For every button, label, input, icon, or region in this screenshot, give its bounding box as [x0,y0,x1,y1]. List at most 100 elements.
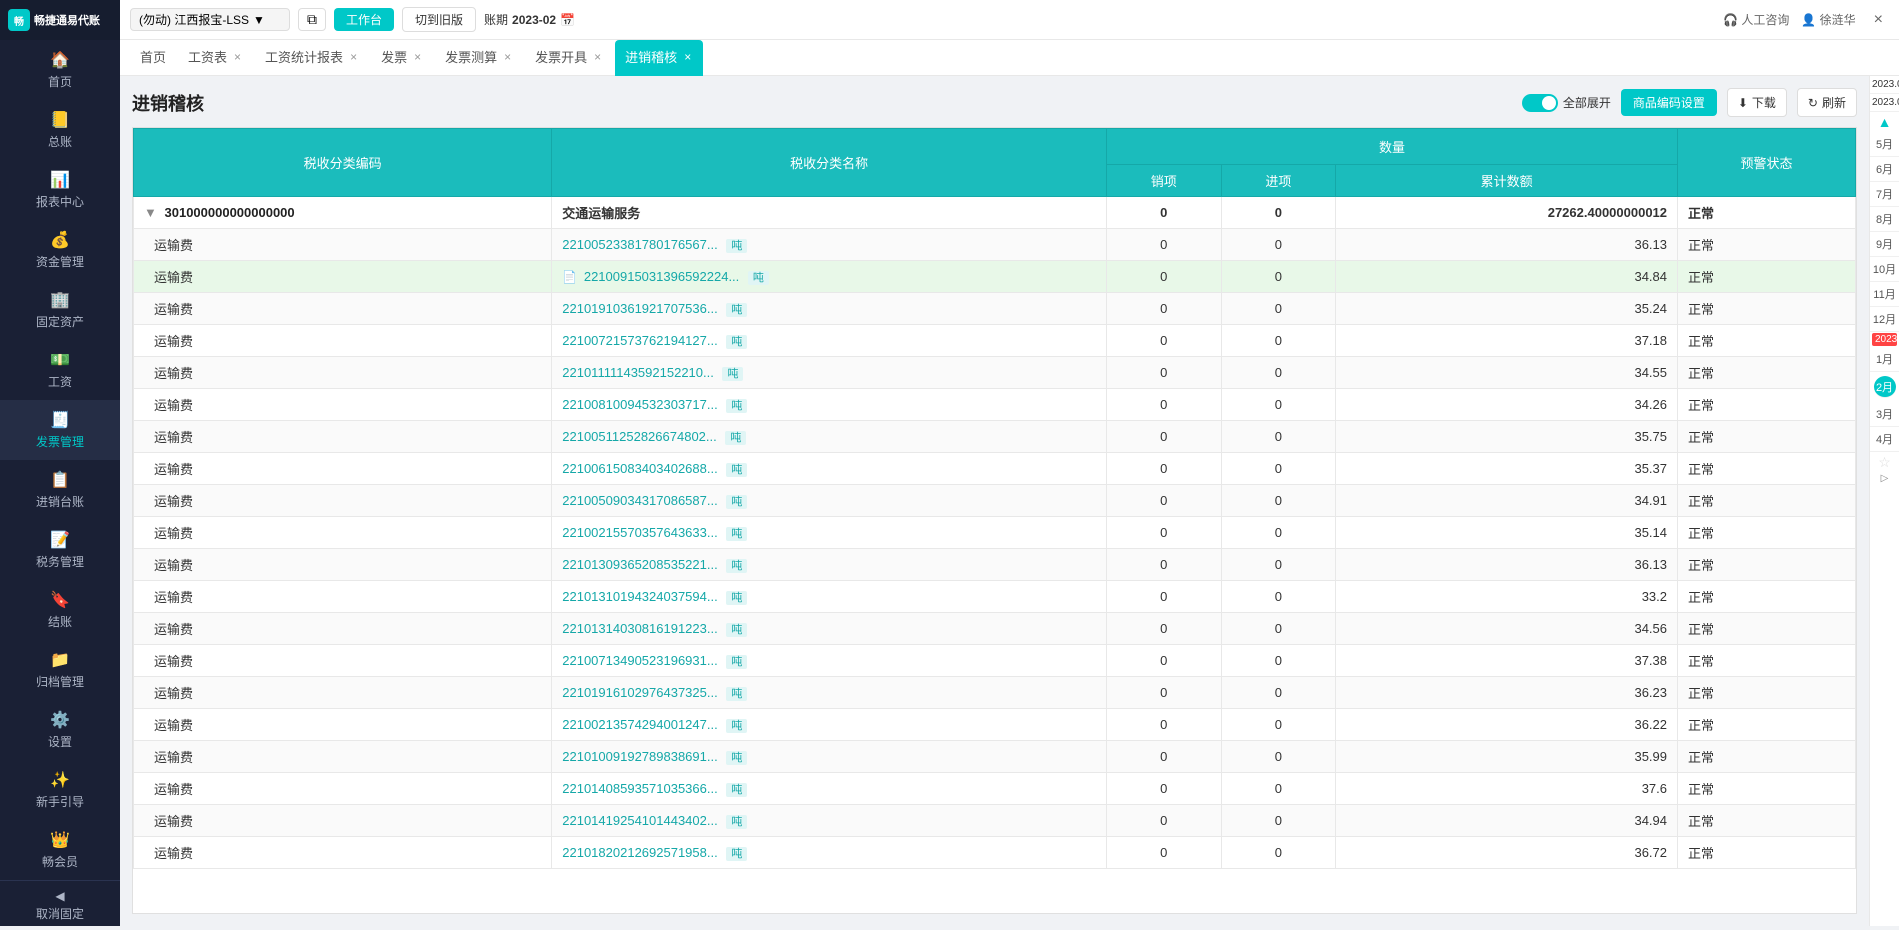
collapse-icon[interactable]: ▷ [1870,473,1899,484]
invoice-code-cell: 📄 22100915031396592224... 吨 [552,261,1107,293]
workbench-button[interactable]: 工作台 [334,8,394,31]
sidebar-item-member[interactable]: 👑 畅会员 [0,820,120,880]
tax-code-cell: 运输费 [134,837,552,869]
unpin-button[interactable]: ◀ 取消固定 [0,880,120,930]
sidebar-item-label: 结账 [48,613,72,630]
sidebar: 畅 畅捷通易代账 🏠 首页 📒 总账 📊 报表中心 💰 资金管理 🏢 固定资产 … [0,0,120,926]
sidebar-item-guide[interactable]: ✨ 新手引导 [0,760,120,820]
right-panel-year-2023-02-top: 2023.02 [1870,76,1899,94]
tax-code-cell: 运输费 [134,517,552,549]
status-cell: 正常 [1678,613,1856,645]
page-title: 进销稽核 [132,90,204,116]
month-4[interactable]: 4月 [1870,427,1899,452]
tab-invoice-open-close[interactable]: × [592,50,603,64]
tab-salary-stat-close[interactable]: × [348,50,359,64]
tab-reconcile-close[interactable]: × [682,50,693,64]
table-row: 运输费 22101910361921707536... 吨 0 0 35.24 … [134,293,1856,325]
tab-invoice-calc[interactable]: 发票测算 × [435,40,523,76]
calendar-icon[interactable]: 📅 [560,13,575,27]
sidebar-item-ledger[interactable]: 📒 总账 [0,100,120,160]
tab-invoice-close[interactable]: × [412,50,423,64]
close-button[interactable]: × [1868,9,1889,31]
month-11[interactable]: 11月 [1870,282,1899,307]
customer-service[interactable]: 🎧 人工咨询 [1723,11,1789,28]
refresh-button[interactable]: ↻ 刷新 [1797,88,1857,117]
month-3[interactable]: 3月 [1870,402,1899,427]
status-cell: 正常 [1678,453,1856,485]
copy-button[interactable]: ⧉ [298,8,326,31]
purchase-cell: 0 [1221,645,1336,677]
goods-setting-button[interactable]: 商品编码设置 [1621,89,1717,116]
invoice-code-cell: 22101009192789838691... 吨 [552,741,1107,773]
month-12[interactable]: 12月 [1870,307,1899,332]
sidebar-item-label: 资金管理 [36,253,84,270]
accumulated-cell: 35.14 [1336,517,1678,549]
tab-reconcile[interactable]: 进销稽核 × [615,40,703,76]
sale-cell: 0 [1107,453,1222,485]
accumulated-cell: 37.18 [1336,325,1678,357]
col-purchase: 进项 [1221,165,1336,197]
sidebar-item-settlement[interactable]: 🔖 结账 [0,580,120,640]
app-logo-icon: 畅 [8,9,30,31]
switch-version-button[interactable]: 切到旧版 [402,7,476,32]
status-cell: 正常 [1678,421,1856,453]
tab-invoice-open[interactable]: 发票开具 × [525,40,613,76]
month-5[interactable]: 5月 [1870,132,1899,157]
scroll-up-arrow[interactable]: ▲ [1870,112,1899,132]
accumulated-cell: 37.6 [1336,773,1678,805]
sale-cell: 0 [1107,741,1222,773]
sidebar-item-label: 税务管理 [36,553,84,570]
tax-code-cell: 运输费 [134,709,552,741]
month-8[interactable]: 8月 [1870,207,1899,232]
ledger-icon: 📒 [50,110,70,130]
download-button[interactable]: ⬇ 下载 [1727,88,1787,117]
tabs-bar: 首页 工资表 × 工资统计报表 × 发票 × 发票测算 × 发票开具 × 进销稽… [120,40,1899,76]
sidebar-item-settings[interactable]: ⚙️ 设置 [0,700,120,760]
company-selector[interactable]: (勿动) 江西报宝-LSS ▼ [130,8,290,31]
member-icon: 👑 [50,830,70,850]
tab-salary[interactable]: 工资表 × [178,40,253,76]
month-7[interactable]: 7月 [1870,182,1899,207]
tab-salary-label: 工资表 [188,47,227,66]
tab-salary-stat[interactable]: 工资统计报表 × [255,40,369,76]
year-2023-label: 2023 [1872,333,1897,346]
month-2-active[interactable]: 2月 [1874,376,1896,398]
invoice-mgmt-icon: 🧾 [50,410,70,430]
tab-salary-close[interactable]: × [232,50,243,64]
sale-cell: 0 [1107,645,1222,677]
reconcile-table: 税收分类编码 税收分类名称 数量 预警状态 销项 进项 累计数额 [133,128,1856,869]
tab-invoice-label: 发票 [381,47,407,66]
purchase-cell: 0 [1221,325,1336,357]
sidebar-item-home[interactable]: 🏠 首页 [0,40,120,100]
sidebar-item-sales-ledger[interactable]: 📋 进销台账 [0,460,120,520]
tab-home[interactable]: 首页 [130,40,176,76]
unpin-label: 取消固定 [36,905,84,922]
tab-salary-stat-label: 工资统计报表 [265,47,343,66]
sidebar-item-assets[interactable]: 🏢 固定资产 [0,280,120,340]
month-6[interactable]: 6月 [1870,157,1899,182]
expand-toggle[interactable] [1522,94,1558,112]
accumulated-cell: 33.2 [1336,581,1678,613]
col-warning-status: 预警状态 [1678,129,1856,197]
accumulated-cell: 35.37 [1336,453,1678,485]
month-9[interactable]: 9月 [1870,232,1899,257]
sale-cell: 0 [1107,357,1222,389]
purchase-cell: 0 [1221,197,1336,229]
user-avatar[interactable]: 👤 徐涟华 [1801,11,1855,28]
sidebar-item-invoice-mgmt[interactable]: 🧾 发票管理 [0,400,120,460]
sidebar-item-fund[interactable]: 💰 资金管理 [0,220,120,280]
invoice-code-cell: 22100213574294001247... 吨 [552,709,1107,741]
tax-code-cell: 运输费 [134,229,552,261]
favorite-icon[interactable]: ☆ [1870,452,1899,473]
sidebar-item-tax-mgmt[interactable]: 📝 税务管理 [0,520,120,580]
tab-invoice-calc-close[interactable]: × [502,50,513,64]
tab-invoice[interactable]: 发票 × [371,40,433,76]
month-10[interactable]: 10月 [1870,257,1899,282]
sidebar-item-archive[interactable]: 📁 归档管理 [0,640,120,700]
sidebar-item-reports[interactable]: 📊 报表中心 [0,160,120,220]
month-1[interactable]: 1月 [1870,347,1899,372]
status-cell: 正常 [1678,293,1856,325]
sidebar-item-label: 设置 [48,733,72,750]
sidebar-item-salary[interactable]: 💵 工资 [0,340,120,400]
status-cell: 正常 [1678,549,1856,581]
